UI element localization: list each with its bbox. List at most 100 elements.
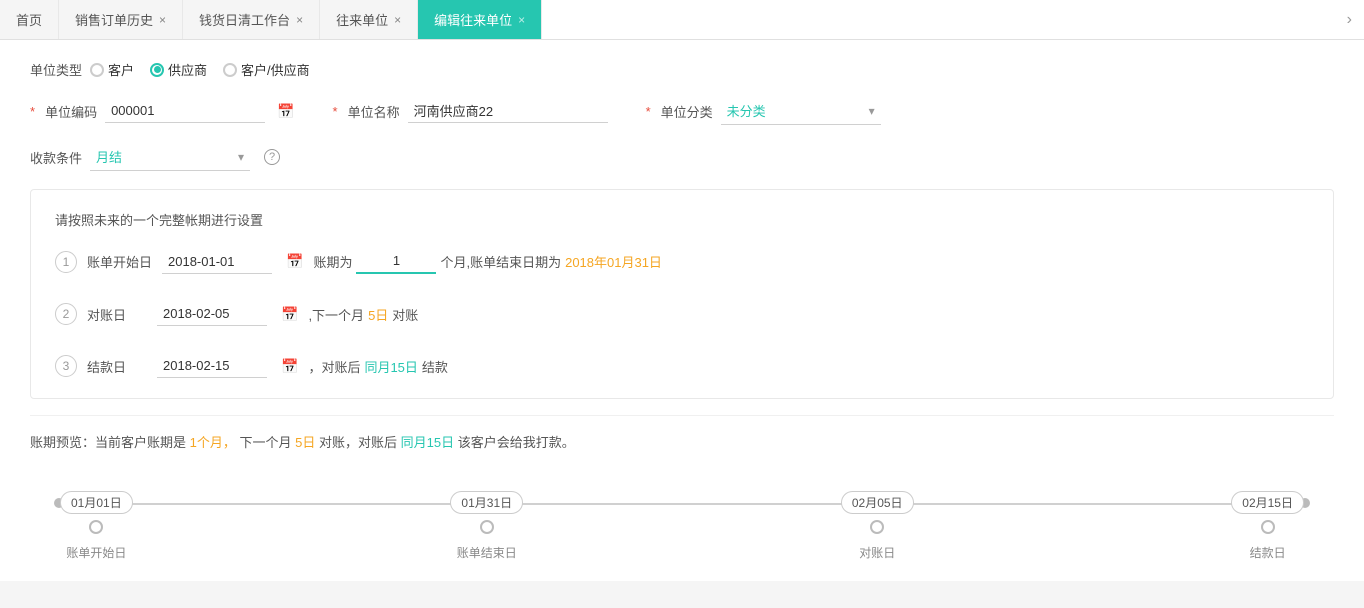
step-3-row: 3 结款日 📅 ，对账后 同月15日 结款 [55,354,1309,378]
step-3-number: 3 [55,355,77,377]
unit-info-row: * 单位编码 📅 * 单位名称 * 单位分类 未分类 ▾ [30,97,1334,125]
unit-name-required: * [333,104,338,119]
tab-sales-history[interactable]: 销售订单历史 × [59,0,183,39]
radio-customer-circle [90,63,104,77]
timeline-date-0: 01月01日 [60,491,133,514]
tab-collapse-button[interactable]: › [1335,0,1364,39]
payment-terms-dropdown[interactable]: 月结 ▾ [90,143,250,171]
step-3-suffix-after: 结款 [422,357,448,376]
step-1-suffix-before: 账期为 [313,252,352,271]
timeline-date-3: 02月15日 [1231,491,1304,514]
radio-customer-label: 客户 [108,60,134,79]
radio-supplier[interactable]: 供应商 [150,60,207,79]
timeline-points: 01月01日 账单开始日 01月31日 账单结束日 02月05日 对账日 02月… [60,491,1304,561]
unit-type-radio-group: 客户 供应商 客户/供应商 [90,60,310,79]
unit-type-label: 单位类型 [30,60,82,79]
timeline-circle-3 [1261,520,1275,534]
tab-cash-work-label: 钱货日清工作台 [199,10,290,29]
step-3-date-input[interactable] [157,354,267,378]
step-3-label: 结款日 [87,357,147,376]
step-2-label: 对账日 [87,305,147,324]
timeline-date-2: 02月05日 [841,491,914,514]
tab-sales-history-label: 销售订单历史 [75,10,153,29]
timeline-circle-1 [480,520,494,534]
timeline-circle-2 [870,520,884,534]
timeline-point-2: 02月05日 对账日 [841,491,914,561]
unit-category-value: 未分类 [727,101,869,120]
step-2-suffix: ,下一个月 5日 对账 [308,305,418,324]
unit-code-input[interactable] [105,99,265,123]
timeline-point-1: 01月31日 账单结束日 [450,491,523,561]
tab-sales-history-close[interactable]: × [159,13,166,27]
step-1-calendar-icon[interactable]: 📅 [286,253,303,270]
period-settings-section: 请按照未来的一个完整帐期进行设置 1 账单开始日 📅 账期为 个月,账单结束日期… [30,189,1334,399]
unit-code-required: * [30,104,35,119]
radio-customer[interactable]: 客户 [90,60,134,79]
preview-suffix: 该客户会给我打款。 [458,435,575,450]
timeline-label-2: 对账日 [859,544,895,561]
payment-terms-value: 月结 [96,147,238,166]
main-content: 单位类型 客户 供应商 客户/供应商 * 单位编码 📅 * 单位名称 * 单位分… [0,40,1364,581]
preview-highlight2: 5日 [295,435,315,450]
step-1-number: 1 [55,251,77,273]
payment-terms-help-icon[interactable]: ? [264,149,280,165]
step-1-suffix-after: 个月,账单结束日期为 [440,252,561,271]
tab-counterparty[interactable]: 往来单位 × [320,0,418,39]
unit-name-input[interactable] [408,99,608,123]
step-1-date-input[interactable] [162,250,272,274]
step-2-date-input[interactable] [157,302,267,326]
tab-home-label: 首页 [16,10,42,29]
unit-category-label: 单位分类 [661,102,713,121]
radio-both-label: 客户/供应商 [241,60,310,79]
preview-middle2: 对账，对账后 [319,435,397,450]
tab-cash-work-close[interactable]: × [296,13,303,27]
timeline-wrap: 01月01日 账单开始日 01月31日 账单结束日 02月05日 对账日 02月… [30,481,1334,561]
timeline-label-1: 账单结束日 [457,544,517,561]
payment-terms-row: 收款条件 月结 ▾ ? [30,143,1334,171]
tab-home[interactable]: 首页 [0,0,59,39]
unit-category-arrow-icon: ▾ [869,104,875,118]
preview-highlight1: 1个月， [190,435,236,450]
step-2-number: 2 [55,303,77,325]
preview-row: 账期预览：当前客户账期是 1个月， 下一个月 5日 对账，对账后 同月15日 该… [30,415,1334,471]
preview-middle: 下一个月 [240,435,292,450]
step-2-suffix-after: 对账 [392,305,418,324]
radio-supplier-circle [150,63,164,77]
unit-category-dropdown[interactable]: 未分类 ▾ [721,97,881,125]
tab-edit-counterparty-label: 编辑往来单位 [434,10,512,29]
step-2-highlight: 5日 [368,305,388,324]
timeline-label-0: 账单开始日 [66,544,126,561]
timeline-point-0: 01月01日 账单开始日 [60,491,133,561]
unit-code-calendar-icon[interactable]: 📅 [277,103,294,120]
section-title: 请按照未来的一个完整帐期进行设置 [55,210,1309,229]
radio-both[interactable]: 客户/供应商 [223,60,310,79]
unit-code-label: 单位编码 [45,102,97,121]
tab-edit-counterparty[interactable]: 编辑往来单位 × [418,0,542,39]
timeline-point-3: 02月15日 结款日 [1231,491,1304,561]
step-2-suffix-before: ,下一个月 [308,305,364,324]
radio-supplier-label: 供应商 [168,60,207,79]
period-input[interactable] [356,249,436,274]
preview-highlight3: 同月15日 [401,435,454,450]
step-2-calendar-icon[interactable]: 📅 [281,306,298,323]
step-3-calendar-icon[interactable]: 📅 [281,358,298,375]
step-2-row: 2 对账日 📅 ,下一个月 5日 对账 [55,302,1309,326]
step-1-suffix: 账期为 个月,账单结束日期为 2018年01月31日 [313,249,661,274]
preview-prefix: 账期预览：当前客户账期是 [30,435,186,450]
step-1-label: 账单开始日 [87,252,152,271]
step-1-highlight: 2018年01月31日 [565,252,662,271]
payment-terms-label: 收款条件 [30,148,82,167]
timeline-label-3: 结款日 [1250,544,1286,561]
unit-category-required: * [646,104,651,119]
step-3-suffix: ，对账后 同月15日 结款 [308,357,448,376]
step-3-suffix-before: ，对账后 [308,357,360,376]
tab-edit-counterparty-close[interactable]: × [518,13,525,27]
timeline-date-1: 01月31日 [450,491,523,514]
step-1-row: 1 账单开始日 📅 账期为 个月,账单结束日期为 2018年01月31日 [55,249,1309,274]
radio-both-circle [223,63,237,77]
tab-counterparty-close[interactable]: × [394,13,401,27]
unit-type-row: 单位类型 客户 供应商 客户/供应商 [30,60,1334,79]
payment-terms-arrow-icon: ▾ [238,150,244,164]
tab-cash-work[interactable]: 钱货日清工作台 × [183,0,320,39]
timeline-circle-0 [89,520,103,534]
